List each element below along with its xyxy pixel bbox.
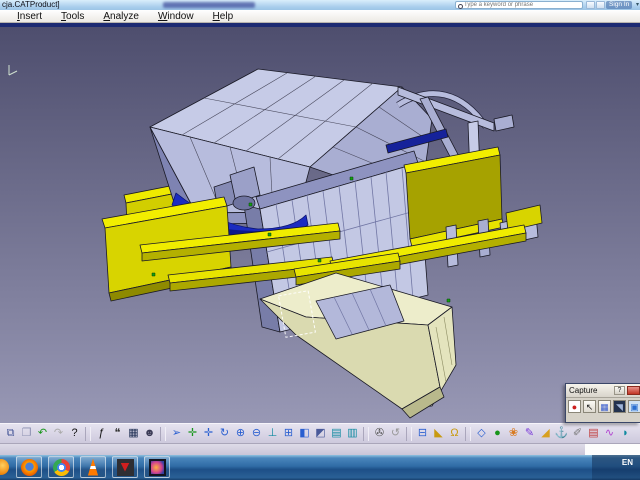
zoom-out-icon[interactable]: ⊖ bbox=[249, 426, 264, 441]
photos-taskbar-button[interactable] bbox=[144, 456, 170, 478]
viewport-3d[interactable] bbox=[0, 27, 640, 423]
iso-view-icon[interactable]: ◧ bbox=[297, 426, 312, 441]
chrome-taskbar-button[interactable] bbox=[48, 456, 74, 478]
render-style-icon[interactable]: ▤ bbox=[329, 426, 344, 441]
anchor-icon[interactable]: ⚓ bbox=[554, 426, 569, 441]
sign-in-button[interactable]: Sign In bbox=[606, 1, 633, 9]
title-search-box[interactable] bbox=[455, 1, 583, 9]
bottom-toolbar: ⧉ ❐ ↶ ↷? ƒ ❝ ▦ ☻ ➢ ✛ ✛ ↻ ⊕ ⊖ ⊥ ⊞ ◧ ◩ ▤ ▥ ✇ ↺ ⊟ ◣ Ω ◇ ● ❀ ✎ ◢ ⚓ ✐ ▤ ∿ ◗ bbox=[0, 423, 640, 443]
sphere-icon[interactable]: ● bbox=[490, 426, 505, 441]
capture-window[interactable]: Capture ? ● ↖ ▦ ◥ ▣ bbox=[565, 383, 640, 423]
desktop: cja.CATProduct] Sign In ▾ Insert Tools Ana… bbox=[0, 0, 640, 480]
shade-mode-icon[interactable]: ◩ bbox=[313, 426, 328, 441]
capture-title-bar[interactable]: Capture ? bbox=[566, 384, 640, 398]
screen-icon[interactable]: ▦ bbox=[126, 426, 141, 441]
menu-insert[interactable]: Insert bbox=[17, 11, 42, 22]
adobe-icon bbox=[116, 458, 134, 476]
toolbar-separator bbox=[160, 426, 166, 441]
measure-icon[interactable]: ⊟ bbox=[415, 426, 430, 441]
firefox-taskbar-button[interactable] bbox=[16, 456, 42, 478]
status-bar bbox=[0, 443, 640, 456]
capture-help-button[interactable]: ? bbox=[614, 386, 625, 395]
pan-icon[interactable]: ✛ bbox=[201, 426, 216, 441]
menu-bar: Insert Tools Analyze Window Help bbox=[0, 10, 640, 23]
taskbar-apps bbox=[16, 456, 170, 478]
refresh-icon[interactable]: ↺ bbox=[388, 426, 403, 441]
toolbar-separator bbox=[85, 426, 91, 441]
fit-all-icon[interactable]: ✛ bbox=[185, 426, 200, 441]
photos-icon bbox=[148, 458, 166, 476]
preview-thumbnail[interactable]: ◥ bbox=[613, 400, 626, 413]
chat-icon[interactable]: ❝ bbox=[110, 426, 125, 441]
redo-icon[interactable]: ↷ bbox=[51, 426, 66, 441]
measure-item-icon[interactable]: ◣ bbox=[431, 426, 446, 441]
copy-icon[interactable]: ⧉ bbox=[3, 426, 18, 441]
toolbar-separator bbox=[363, 426, 369, 441]
vlc-icon bbox=[87, 458, 99, 476]
photos-icon-detail bbox=[150, 460, 164, 474]
taskbar: EN bbox=[0, 455, 640, 480]
menu-tools[interactable]: Tools bbox=[61, 11, 84, 22]
lamp-icon[interactable]: ✇ bbox=[372, 426, 387, 441]
lock-icon[interactable]: Ω bbox=[447, 426, 462, 441]
rotate-icon[interactable]: ↻ bbox=[217, 426, 232, 441]
view-image-icon[interactable]: ▥ bbox=[345, 426, 360, 441]
cursor-button[interactable]: ↖ bbox=[583, 400, 596, 413]
document-title: cja.CATProduct] bbox=[2, 0, 60, 9]
toolbar-separator bbox=[465, 426, 471, 441]
capture-title: Capture bbox=[569, 386, 598, 395]
pencil-icon[interactable]: ✐ bbox=[570, 426, 585, 441]
person-icon[interactable]: ☻ bbox=[142, 426, 157, 441]
menu-help[interactable]: Help bbox=[213, 11, 234, 22]
start-orb-partial[interactable] bbox=[0, 459, 9, 475]
undo-icon[interactable]: ↶ bbox=[35, 426, 50, 441]
adobe-icon-detail bbox=[120, 462, 130, 472]
normal-view-icon[interactable]: ⊥ bbox=[265, 426, 280, 441]
paint-icon[interactable]: ✎ bbox=[522, 426, 537, 441]
capture-close-button[interactable] bbox=[627, 386, 640, 395]
options-button[interactable]: ▦ bbox=[598, 400, 611, 413]
multi-view-icon[interactable]: ⊞ bbox=[281, 426, 296, 441]
background-window-title-blurred bbox=[163, 2, 255, 8]
menu-analyze[interactable]: Analyze bbox=[103, 11, 139, 22]
title-bar: cja.CATProduct] Sign In ▾ bbox=[0, 0, 640, 10]
model-3d[interactable] bbox=[0, 27, 640, 423]
paste-icon[interactable]: ❐ bbox=[19, 426, 34, 441]
language-indicator[interactable]: EN bbox=[622, 458, 633, 467]
image-thumbnail[interactable]: ▣ bbox=[628, 400, 640, 413]
curve-icon[interactable]: ∿ bbox=[602, 426, 617, 441]
surface-icon[interactable]: ◗ bbox=[618, 426, 633, 441]
flower-icon[interactable]: ❀ bbox=[506, 426, 521, 441]
record-button[interactable]: ● bbox=[568, 400, 581, 413]
menu-window[interactable]: Window bbox=[158, 11, 194, 22]
search-icon bbox=[458, 3, 463, 9]
whats-this-icon[interactable]: ? bbox=[67, 426, 82, 441]
vlc-taskbar-button[interactable] bbox=[80, 456, 106, 478]
capture-toolbar: ● ↖ ▦ ◥ ▣ bbox=[566, 398, 640, 415]
fly-mode-icon[interactable]: ➢ bbox=[169, 426, 184, 441]
firefox-icon bbox=[20, 458, 38, 476]
title-help-button[interactable] bbox=[586, 1, 595, 9]
chevron-down-icon[interactable]: ▾ bbox=[636, 1, 639, 9]
notes-icon[interactable]: ▤ bbox=[586, 426, 601, 441]
formula-icon[interactable]: ƒ bbox=[94, 426, 109, 441]
ramp-icon[interactable]: ◢ bbox=[538, 426, 553, 441]
toolbar-separator bbox=[406, 426, 412, 441]
chrome-icon bbox=[52, 458, 70, 476]
insert-node-icon[interactable]: ◇ bbox=[474, 426, 489, 441]
adobe-taskbar-button[interactable] bbox=[112, 456, 138, 478]
search-input[interactable] bbox=[464, 2, 576, 8]
title-settings-button[interactable] bbox=[596, 1, 605, 9]
zoom-in-icon[interactable]: ⊕ bbox=[233, 426, 248, 441]
